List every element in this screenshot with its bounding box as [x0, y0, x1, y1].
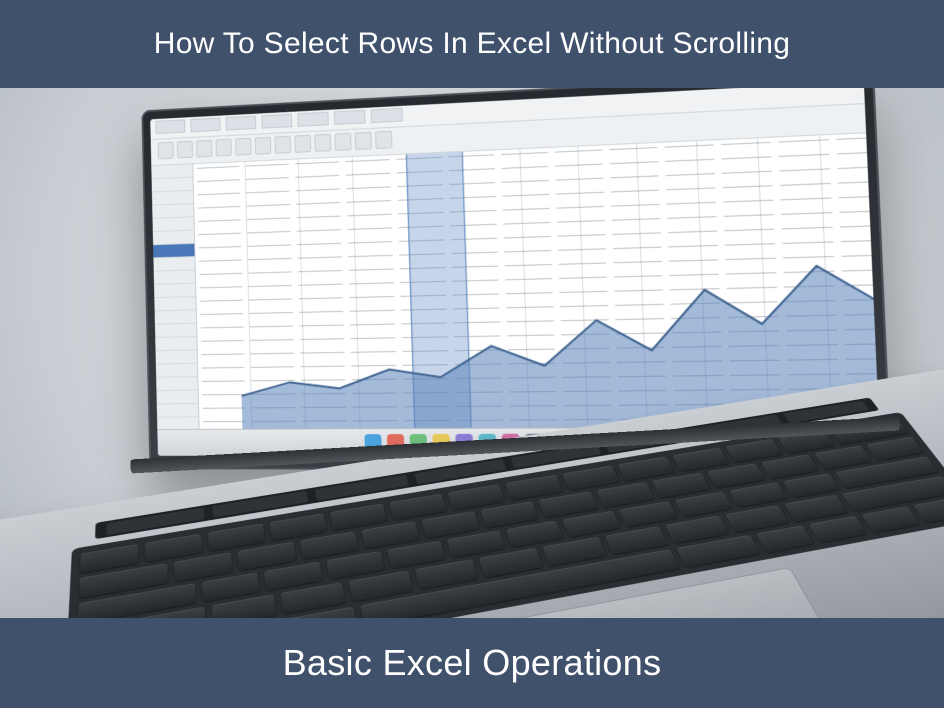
spreadsheet — [151, 133, 879, 429]
footer-title: Basic Excel Operations — [283, 642, 662, 684]
header-title: How To Select Rows In Excel Without Scro… — [154, 27, 791, 61]
footer-bar: Basic Excel Operations — [0, 618, 944, 708]
selected-column — [406, 152, 472, 428]
header-bar: How To Select Rows In Excel Without Scro… — [0, 0, 944, 88]
laptop-illustration — [40, 40, 920, 680]
